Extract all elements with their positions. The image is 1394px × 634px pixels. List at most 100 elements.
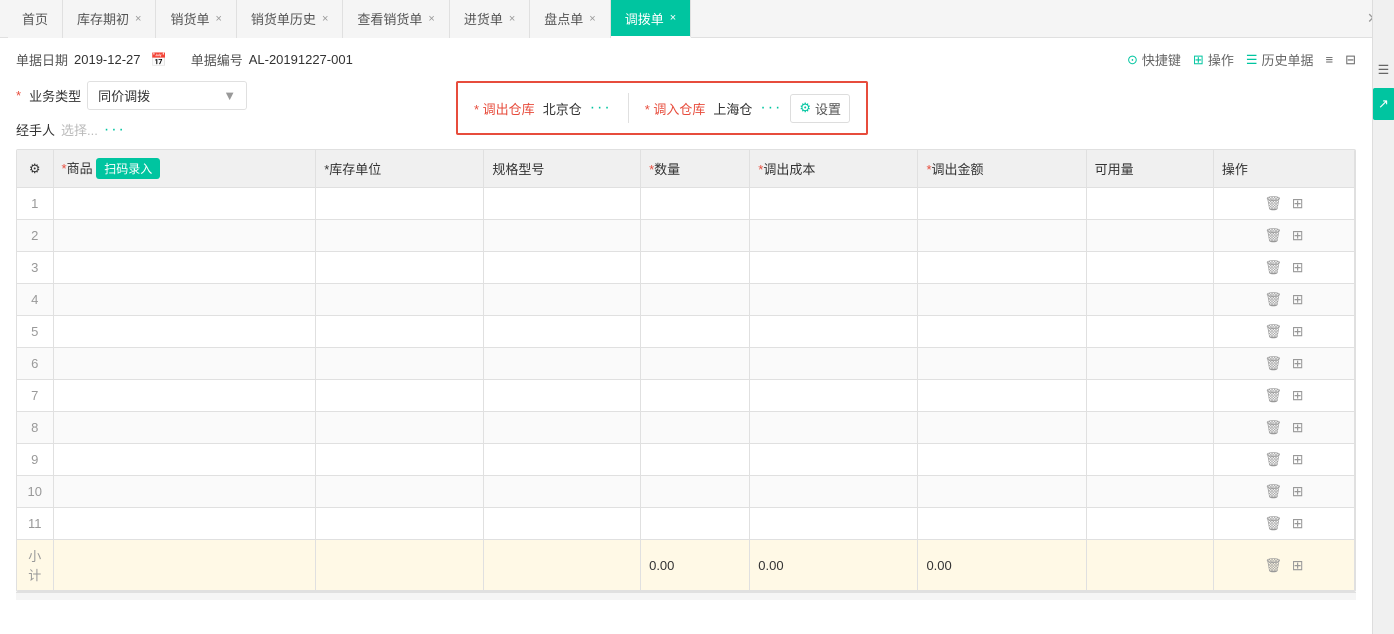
col-avail: 可用量 [1086,150,1213,188]
row-num: 3 [17,252,53,284]
copy-icon[interactable]: ⊞ [1292,419,1304,435]
col-product: *商品 扫码录入 [53,150,316,188]
delete-icon[interactable]: 🗑 [1264,515,1282,531]
biz-type-label: 业务类型 [29,86,81,105]
header-actions: ⊙ 快捷键 ⊞ 操作 ☰ 历史单据 ≡ ⊟ [1127,50,1356,69]
tab-inventory-init[interactable]: 库存期初 × [63,0,156,38]
settings-button[interactable]: ⚙ 设置 [790,94,850,123]
tab-bar: 首页 库存期初 × 销货单 × 销货单历史 × 查看销货单 × 进货单 × 盘点… [0,0,1394,38]
tab-close-inventory-check[interactable]: × [589,13,595,25]
calendar-icon[interactable]: 📅 [151,52,167,68]
date-value: 2019-12-27 [74,52,141,67]
person-placeholder[interactable]: 选择... [61,120,98,139]
person-row: 经手人 选择... ··· [16,120,456,139]
sidebar-expand-icon[interactable]: ↗ [1373,88,1394,120]
biz-type-value: 同价调拨 [98,86,150,105]
biz-type-select[interactable]: 同价调拨 ▼ [87,81,247,110]
delete-icon[interactable]: 🗑 [1264,451,1282,467]
delete-icon[interactable]: 🗑 [1264,387,1282,403]
layout-icon-1[interactable]: ≡ [1326,52,1334,67]
tab-transfer[interactable]: 调拨单 × [611,0,691,38]
delete-icon[interactable]: 🗑 [1264,195,1282,211]
table-header-row: ⚙ *商品 扫码录入 *库存单位 规格型号 *数量 *调出成本 *调出金额 可用… [17,150,1355,188]
warehouse-section: 调出仓库 北京仓 ··· 调入仓库 上海仓 ··· ⚙ 设置 [456,81,868,135]
settings-label: 设置 [815,99,841,118]
copy-icon[interactable]: ⊞ [1292,515,1304,531]
delete-icon[interactable]: 🗑 [1264,483,1282,499]
history-label: 历史单据 [1261,50,1313,69]
delete-icon[interactable]: 🗑 [1264,323,1282,339]
copy-icon[interactable]: ⊞ [1292,227,1304,243]
copy-icon[interactable]: ⊞ [1292,451,1304,467]
delete-icon[interactable]: 🗑 [1264,355,1282,371]
copy-icon[interactable]: ⊞ [1292,483,1304,499]
col-unit: *库存单位 [316,150,484,188]
row-num: 5 [17,316,53,348]
tab-sales-history[interactable]: 销货单历史 × [237,0,343,38]
tab-home[interactable]: 首页 [8,0,63,38]
row-num: 9 [17,444,53,476]
row-num: 2 [17,220,53,252]
delete-icon[interactable]: 🗑 [1264,259,1282,275]
row-num: 11 [17,508,53,540]
biz-type-arrow: ▼ [223,88,236,103]
doc-no-value: AL-20191227-001 [249,52,353,67]
subtotal-label: 小计 [17,540,53,591]
tab-close-view-sales[interactable]: × [428,13,434,25]
subtotal-copy-icon[interactable]: ⊞ [1292,557,1304,573]
delete-icon[interactable]: 🗑 [1264,227,1282,243]
copy-icon[interactable]: ⊞ [1292,291,1304,307]
col-amount: *调出金额 [918,150,1086,188]
table-row: 4 🗑 ⊞ [17,284,1355,316]
tab-view-sales[interactable]: 查看销货单 × [343,0,449,38]
copy-icon[interactable]: ⊞ [1292,259,1304,275]
table-row: 6 🗑 ⊞ [17,348,1355,380]
layout-icon-2[interactable]: ⊟ [1345,52,1356,68]
subtotal-delete-icon[interactable]: 🗑 [1264,557,1282,573]
scan-button[interactable]: 扫码录入 [96,158,160,179]
person-dots[interactable]: ··· [104,121,126,139]
person-field: 经手人 选择... ··· [16,120,126,139]
tab-purchase[interactable]: 进货单 × [450,0,530,38]
form-header: 单据日期 2019-12-27 📅 单据编号 AL-20191227-001 ⊙… [16,50,1356,69]
person-label: 经手人 [16,120,55,139]
doc-no-field: 单据编号 AL-20191227-001 [191,50,353,69]
out-warehouse-group: 调出仓库 北京仓 ··· [474,99,612,118]
warehouse-divider [628,93,629,123]
copy-icon[interactable]: ⊞ [1292,355,1304,371]
out-warehouse-dots[interactable]: ··· [590,99,612,117]
delete-icon[interactable]: 🗑 [1264,419,1282,435]
in-warehouse-label: 调入仓库 [645,99,706,118]
out-warehouse-label: 调出仓库 [474,99,535,118]
col-spec: 规格型号 [484,150,641,188]
in-warehouse-group: 调入仓库 上海仓 ··· [645,99,783,118]
col-cost: *调出成本 [750,150,918,188]
scroll-bar[interactable] [16,592,1356,600]
shortcut-action[interactable]: ⊙ 快捷键 [1127,50,1181,69]
tab-close-sales-order[interactable]: × [215,13,221,25]
tab-inventory-check[interactable]: 盘点单 × [530,0,610,38]
tab-close-inventory-init[interactable]: × [135,13,141,25]
copy-icon[interactable]: ⊞ [1292,387,1304,403]
history-action[interactable]: ☰ 历史单据 [1246,50,1314,69]
table-row: 9 🗑 ⊞ [17,444,1355,476]
col-gear[interactable]: ⚙ [17,150,53,188]
header-two-col: * 业务类型 同价调拨 ▼ 经手人 选择... [16,81,1356,149]
delete-icon[interactable]: 🗑 [1264,291,1282,307]
row-num: 10 [17,476,53,508]
in-warehouse-dots[interactable]: ··· [760,99,782,117]
copy-icon[interactable]: ⊞ [1292,195,1304,211]
tab-close-transfer[interactable]: × [670,12,676,24]
row-num: 1 [17,188,53,220]
tab-close-sales-history[interactable]: × [322,13,328,25]
operation-action[interactable]: ⊞ 操作 [1193,50,1234,69]
table-row: 7 🗑 ⊞ [17,380,1355,412]
row-num: 7 [17,380,53,412]
row-num: 6 [17,348,53,380]
sidebar-doc-icon[interactable]: ☰ [1374,60,1394,80]
table-row: 2 🗑 ⊞ [17,220,1355,252]
table-row: 3 🗑 ⊞ [17,252,1355,284]
tab-close-purchase[interactable]: × [509,13,515,25]
tab-sales-order[interactable]: 销货单 × [156,0,236,38]
copy-icon[interactable]: ⊞ [1292,323,1304,339]
